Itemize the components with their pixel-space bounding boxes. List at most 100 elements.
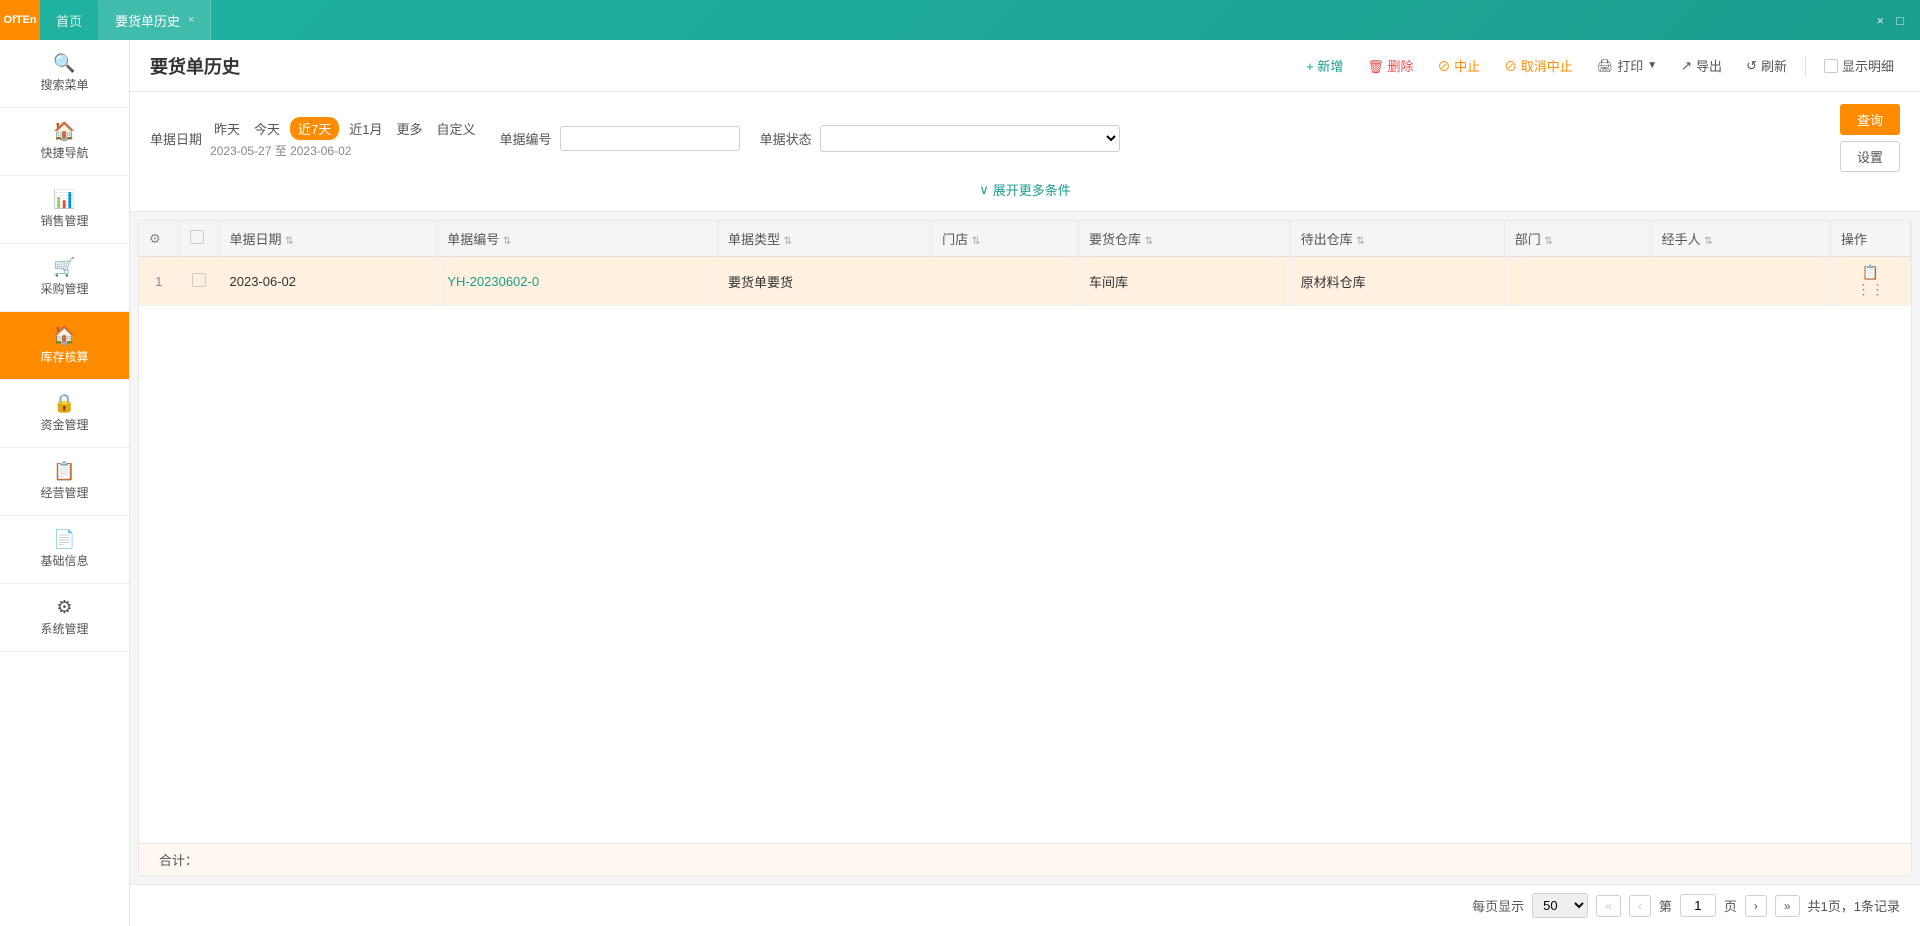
filter-actions: 查询 设置 [1840, 104, 1900, 172]
tab-close-icon[interactable]: × [188, 14, 194, 26]
tab-home[interactable]: 首页 [40, 0, 99, 40]
bill-num-input[interactable] [560, 126, 740, 151]
prev-page-button[interactable]: ‹ [1629, 895, 1651, 917]
row-more-icon[interactable]: ⋮⋮ [1857, 281, 1885, 297]
expand-more[interactable]: ∨ 展开更多条件 [150, 180, 1900, 199]
row-edit-icon[interactable]: 📋 [1862, 264, 1879, 280]
row-checkbox[interactable] [192, 273, 206, 287]
bill-num-filter-group: 单据编号 [500, 126, 740, 151]
sidebar-item-finance[interactable]: 🔒 资金管理 [0, 380, 129, 448]
main-layout: 🔍 搜索菜单 🏠 快捷导航 📊 销售管理 🛒 采购管理 🏠 库存核算 🔒 资金管… [0, 40, 1920, 926]
date-shortcut-today[interactable]: 今天 [250, 117, 284, 140]
col-header-handler: 经手人 ⇅ [1651, 221, 1830, 257]
sort-dept-icon[interactable]: ⇅ [1544, 236, 1552, 247]
sales-icon: 📊 [53, 190, 75, 208]
show-detail-toggle[interactable]: 显示明细 [1818, 52, 1900, 79]
operations-icon: 📋 [53, 462, 75, 480]
row-handler [1651, 257, 1830, 306]
row-shop [932, 257, 1079, 306]
export-button[interactable]: ↗ 导出 [1675, 52, 1728, 79]
basicinfo-icon: 📄 [53, 530, 75, 548]
sort-billtype-icon[interactable]: ⇅ [784, 236, 792, 247]
page-end-label: 页 [1724, 896, 1737, 915]
next-page-button[interactable]: › [1745, 895, 1767, 917]
sort-shop-icon[interactable]: ⇅ [972, 236, 980, 247]
last-page-button[interactable]: » [1775, 895, 1800, 917]
sidebar-item-system[interactable]: ⚙ 系统管理 [0, 584, 129, 652]
settings-button[interactable]: 设置 [1840, 141, 1900, 172]
brand-logo: OfTEn [0, 0, 40, 40]
total-info: 共1页，1条记录 [1808, 896, 1900, 915]
date-shortcut-custom[interactable]: 自定义 [433, 117, 480, 140]
query-button[interactable]: 查询 [1840, 104, 1900, 135]
search-icon: 🔍 [53, 54, 75, 72]
page-number-input[interactable] [1680, 894, 1716, 917]
top-bar: OfTEn 首页 要货单历史 × × □ [0, 0, 1920, 40]
date-range-display: 2023-05-27 至 2023-06-02 [210, 142, 480, 159]
sort-date-icon[interactable]: ⇅ [285, 236, 293, 247]
bill-status-select[interactable] [820, 125, 1120, 152]
show-detail-checkbox[interactable] [1824, 59, 1838, 73]
export-icon: ↗ [1681, 58, 1692, 74]
date-shortcut-more[interactable]: 更多 [393, 117, 427, 140]
delete-button[interactable]: 🗑 删除 [1361, 52, 1419, 79]
row-dept [1504, 257, 1651, 306]
cancel-stop-button[interactable]: ⊘ 取消中止 [1498, 52, 1579, 79]
date-shortcut-yesterday[interactable]: 昨天 [210, 117, 244, 140]
purchase-icon: 🛒 [53, 258, 75, 276]
col-header-reqwarehouse: 要货仓库 ⇅ [1079, 221, 1291, 257]
row-reqwarehouse: 车间库 [1079, 257, 1291, 306]
sidebar: 🔍 搜索菜单 🏠 快捷导航 📊 销售管理 🛒 采购管理 🏠 库存核算 🔒 资金管… [0, 40, 130, 926]
first-page-button[interactable]: « [1596, 895, 1621, 917]
print-button[interactable]: 🖨 🖨 打印 打印 ▼ [1591, 52, 1663, 79]
date-shortcuts: 昨天 今天 近7天 近1月 更多 自定义 2023-05-27 至 2023-0… [210, 117, 480, 159]
refresh-button[interactable]: ↺ 刷新 [1740, 52, 1793, 79]
table-scroll[interactable]: ⚙ 单据日期 ⇅ 单据编号 ⇅ [139, 221, 1911, 843]
per-page-label: 每页显示 [1472, 896, 1524, 915]
col-header-pendingwarehouse: 待出仓库 ⇅ [1290, 221, 1504, 257]
sidebar-item-basicinfo[interactable]: 📄 基础信息 [0, 516, 129, 584]
sort-handler-icon[interactable]: ⇅ [1704, 236, 1712, 247]
stop-button[interactable]: ⊘ 中止 [1431, 52, 1486, 79]
top-bar-right: × □ [1861, 13, 1920, 28]
window-maximize-icon[interactable]: □ [1896, 13, 1904, 28]
sidebar-item-operations[interactable]: 📋 经营管理 [0, 448, 129, 516]
window-close-icon[interactable]: × [1877, 13, 1885, 28]
bill-num-label: 单据编号 [500, 129, 552, 148]
sidebar-item-quicknav[interactable]: 🏠 快捷导航 [0, 108, 129, 176]
toolbar: + 新增 🗑 删除 ⊘ 中止 ⊘ 取消中止 🖨 🖨 打印 打印 ▼ ↗ 导出 ↺… [1300, 52, 1900, 79]
filter-row: 单据日期 昨天 今天 近7天 近1月 更多 自定义 2023-05-27 至 2… [150, 104, 1900, 172]
table-row[interactable]: 1 2023-06-02 YH-20230602-0 要货单要货 车间库 [139, 257, 1911, 306]
sidebar-item-inventory[interactable]: 🏠 库存核算 [0, 312, 129, 380]
date-shortcut-7days[interactable]: 近7天 [290, 117, 339, 140]
sort-pendingwarehouse-icon[interactable]: ⇅ [1356, 236, 1364, 247]
inventory-icon: 🏠 [53, 326, 75, 344]
system-icon: ⚙ [56, 598, 72, 616]
select-all-checkbox[interactable] [190, 230, 204, 244]
row-op: 📋 ⋮⋮ [1831, 257, 1911, 306]
print-dropdown-icon[interactable]: ▼ [1647, 60, 1657, 71]
per-page-select[interactable]: 50 20 100 [1532, 893, 1588, 918]
table-summary: 合计： [139, 843, 1911, 875]
tab-requisition-history[interactable]: 要货单历史 × [99, 0, 211, 40]
sidebar-item-purchase[interactable]: 🛒 采购管理 [0, 244, 129, 312]
row-billno-link[interactable]: YH-20230602-0 [447, 274, 539, 289]
sort-reqwarehouse-icon[interactable]: ⇅ [1145, 236, 1153, 247]
col-header-op: 操作 [1831, 221, 1911, 257]
sidebar-item-sales[interactable]: 📊 销售管理 [0, 176, 129, 244]
row-num: 1 [139, 257, 179, 306]
print-icon: 🖨 [1597, 58, 1614, 74]
date-shortcut-list: 昨天 今天 近7天 近1月 更多 自定义 [210, 117, 480, 140]
sort-billno-icon[interactable]: ⇅ [503, 236, 511, 247]
col-header-check [179, 221, 219, 257]
sidebar-item-search[interactable]: 🔍 搜索菜单 [0, 40, 129, 108]
table-settings-icon[interactable]: ⚙ [149, 231, 161, 246]
content-area: 要货单历史 + 新增 🗑 删除 ⊘ 中止 ⊘ 取消中止 🖨 🖨 打印 打印 ▼ … [130, 40, 1920, 926]
data-table: ⚙ 单据日期 ⇅ 单据编号 ⇅ [139, 221, 1911, 306]
bill-status-label: 单据状态 [760, 129, 812, 148]
date-label: 单据日期 [150, 129, 202, 148]
chevron-down-icon: ∨ [979, 182, 989, 198]
refresh-icon: ↺ [1746, 58, 1757, 74]
date-shortcut-1month[interactable]: 近1月 [345, 117, 386, 140]
new-button[interactable]: + 新增 [1300, 52, 1349, 79]
